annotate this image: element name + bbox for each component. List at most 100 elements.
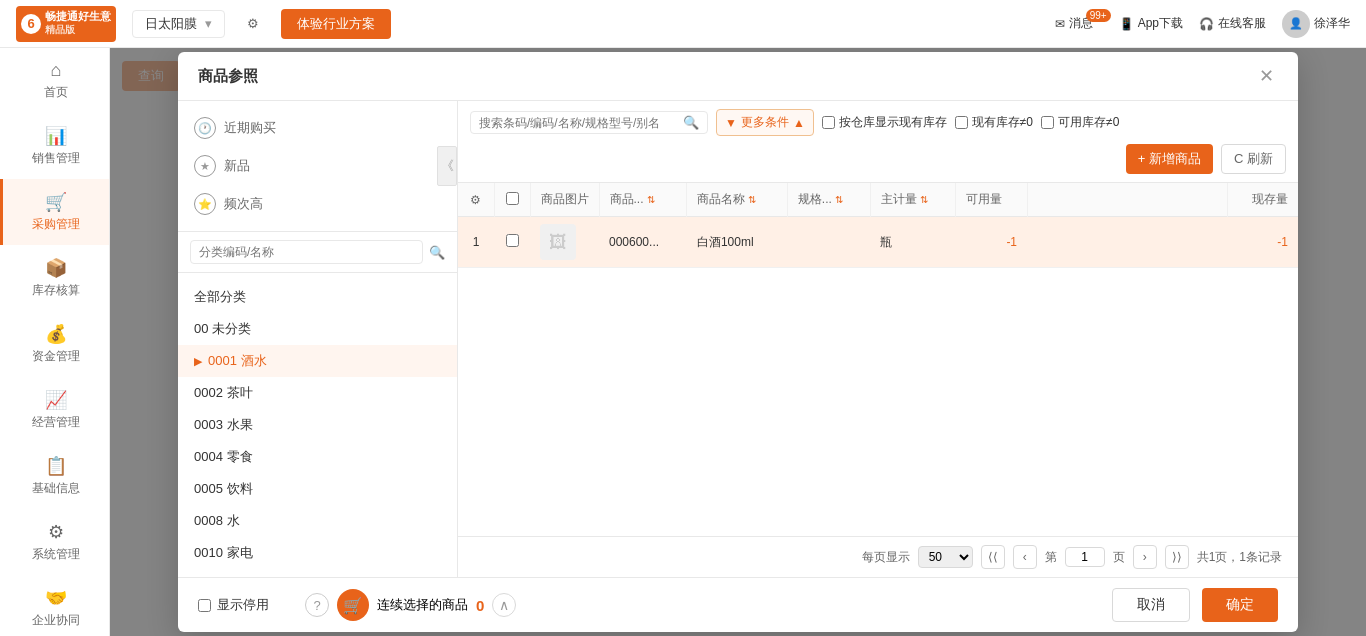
category-item-6[interactable]: 0008 水 (178, 505, 457, 537)
modal-close-button[interactable]: ✕ (1254, 64, 1278, 88)
help-icon[interactable]: ? (305, 593, 329, 617)
sidebar-collapse-btn[interactable]: 《 (437, 146, 457, 186)
check-available-stock[interactable]: 可用库存≠0 (1041, 114, 1119, 131)
settings-icon[interactable]: ⚙ (237, 8, 269, 40)
category-search: 🔍 (178, 232, 457, 273)
tab-frequent[interactable]: ⭐ 频次高 (178, 185, 437, 223)
content-area: 查询 设置 刷新 商品参照 ✕ (110, 48, 1366, 636)
prev-page-btn[interactable]: ‹ (1013, 545, 1037, 569)
sidebar-label-inventory: 库存核算 (32, 282, 80, 299)
app-download-item[interactable]: 📱 App下载 (1119, 15, 1183, 32)
chevron-down-icon: ▾ (205, 16, 212, 31)
message-item[interactable]: ✉ 消息 99+ (1055, 15, 1103, 32)
page-label: 第 (1045, 549, 1057, 566)
sidebar-item-home[interactable]: ⌂ 首页 (0, 48, 109, 113)
sidebar-item-collab[interactable]: 🤝 企业协同 (0, 575, 109, 636)
tab-recent-purchase[interactable]: 🕐 近期购买 (178, 109, 437, 147)
check-stock-input[interactable] (822, 116, 835, 129)
category-search-input[interactable] (190, 240, 423, 264)
page-suffix: 页 (1113, 549, 1125, 566)
modal-main: 🔍 ▼ 更多条件 ▲ 按仓库显示现有库存 (458, 101, 1298, 577)
sidebar-item-system[interactable]: ⚙ 系统管理 (0, 509, 109, 575)
category-label-0: 00 未分类 (194, 320, 251, 338)
online-service-item[interactable]: 🎧 在线客服 (1199, 15, 1266, 32)
category-item-4[interactable]: 0004 零食 (178, 441, 457, 473)
sidebar-item-operation[interactable]: 📈 经营管理 (0, 377, 109, 443)
gear-icon[interactable]: ⚙ (470, 193, 481, 207)
cancel-button[interactable]: 取消 (1112, 588, 1190, 622)
filter-icon: ▼ (725, 116, 737, 130)
modal-header: 商品参照 ✕ (178, 52, 1298, 101)
cart-collapse-icon[interactable]: ∧ (492, 593, 516, 617)
category-item-3[interactable]: 0003 水果 (178, 409, 457, 441)
category-item-1[interactable]: ▶ 0001 酒水 (178, 345, 457, 377)
row-code: 000600... (599, 217, 687, 268)
modal-overlay: 商品参照 ✕ 🕐 近期购买 (110, 48, 1366, 636)
row-checkbox[interactable] (506, 234, 519, 247)
check-nonzero-stock[interactable]: 现有库存≠0 (955, 114, 1033, 131)
mobile-icon: 📱 (1119, 17, 1134, 31)
check-available-input[interactable] (1041, 116, 1054, 129)
new-icon: ★ (194, 155, 216, 177)
category-label-all: 全部分类 (194, 288, 246, 306)
add-product-btn[interactable]: + 新增商品 (1126, 144, 1213, 174)
product-thumbnail: 🖼 (540, 224, 576, 260)
category-label-2: 0002 茶叶 (194, 384, 253, 402)
check-nonzero-input[interactable] (955, 116, 968, 129)
sidebar-item-finance[interactable]: 💰 资金管理 (0, 311, 109, 377)
category-label-6: 0008 水 (194, 512, 240, 530)
category-item-7[interactable]: 0010 家电 (178, 537, 457, 569)
footer-buttons: 取消 确定 (1112, 588, 1278, 622)
sidebar-item-purchase[interactable]: 🛒 采购管理 (0, 179, 109, 245)
cart-section: ? 🛒 连续选择的商品 0 ∧ (305, 589, 516, 621)
page-number-input[interactable] (1065, 547, 1105, 567)
category-item-all[interactable]: 全部分类 (178, 281, 457, 313)
check-show-stock[interactable]: 按仓库显示现有库存 (822, 114, 947, 131)
th-name[interactable]: 商品名称 ⇅ (687, 183, 787, 217)
sidebar-item-inventory[interactable]: 📦 库存核算 (0, 245, 109, 311)
first-page-btn[interactable]: ⟨⟨ (981, 545, 1005, 569)
nav-right: ✉ 消息 99+ 📱 App下载 🎧 在线客服 👤 徐泽华 (1055, 10, 1350, 38)
th-code[interactable]: 商品... ⇅ (599, 183, 687, 217)
experience-btn[interactable]: 体验行业方案 (281, 9, 391, 39)
product-search-input[interactable] (479, 116, 679, 130)
per-page-select[interactable]: 50 10 20 100 (918, 546, 973, 568)
row-check[interactable] (494, 217, 530, 268)
sidebar-item-basic[interactable]: 📋 基础信息 (0, 443, 109, 509)
category-search-icon[interactable]: 🔍 (429, 245, 445, 260)
collab-icon: 🤝 (45, 587, 67, 609)
filter-arrow-icon: ▲ (793, 116, 805, 130)
product-search-icon[interactable]: 🔍 (683, 115, 699, 130)
sidebar-label-sales: 销售管理 (32, 150, 80, 167)
category-item-5[interactable]: 0005 饮料 (178, 473, 457, 505)
show-disabled-check[interactable]: 显示停用 (198, 596, 269, 614)
show-disabled-input[interactable] (198, 599, 211, 612)
th-spec[interactable]: 规格... ⇅ (787, 183, 870, 217)
row-image: 🖼 (530, 217, 599, 268)
total-text: 共1页，1条记录 (1197, 549, 1282, 566)
sort-name-icon: ⇅ (748, 194, 756, 205)
user-item[interactable]: 👤 徐泽华 (1282, 10, 1350, 38)
refresh-btn[interactable]: C 刷新 (1221, 144, 1286, 174)
category-label-5: 0005 饮料 (194, 480, 253, 498)
category-label-1: 0001 酒水 (208, 352, 267, 370)
per-page-label: 每页显示 (862, 549, 910, 566)
next-page-btn[interactable]: › (1133, 545, 1157, 569)
toolbar-right: + 新增商品 C 刷新 (1126, 144, 1286, 174)
category-item-2[interactable]: 0002 茶叶 (178, 377, 457, 409)
cat-expand-icon: ▶ (194, 355, 202, 368)
modal-body: 🕐 近期购买 ★ 新品 ⭐ 频次高 (178, 101, 1298, 577)
store-dropdown[interactable]: 日太阳膜 ▾ (132, 10, 225, 38)
row-unit: 瓶 (870, 217, 955, 268)
sidebar-item-sales[interactable]: 📊 销售管理 (0, 113, 109, 179)
last-page-btn[interactable]: ⟩⟩ (1165, 545, 1189, 569)
avatar: 👤 (1282, 10, 1310, 38)
confirm-button[interactable]: 确定 (1202, 588, 1278, 622)
category-item-0[interactable]: 00 未分类 (178, 313, 457, 345)
select-all-checkbox[interactable] (506, 192, 519, 205)
table-row[interactable]: 1 🖼 00 (458, 217, 1298, 268)
tab-new-products[interactable]: ★ 新品 (178, 147, 437, 185)
cart-icon[interactable]: 🛒 (337, 589, 369, 621)
th-unit[interactable]: 主计量 ⇅ (870, 183, 955, 217)
more-filter-btn[interactable]: ▼ 更多条件 ▲ (716, 109, 814, 136)
